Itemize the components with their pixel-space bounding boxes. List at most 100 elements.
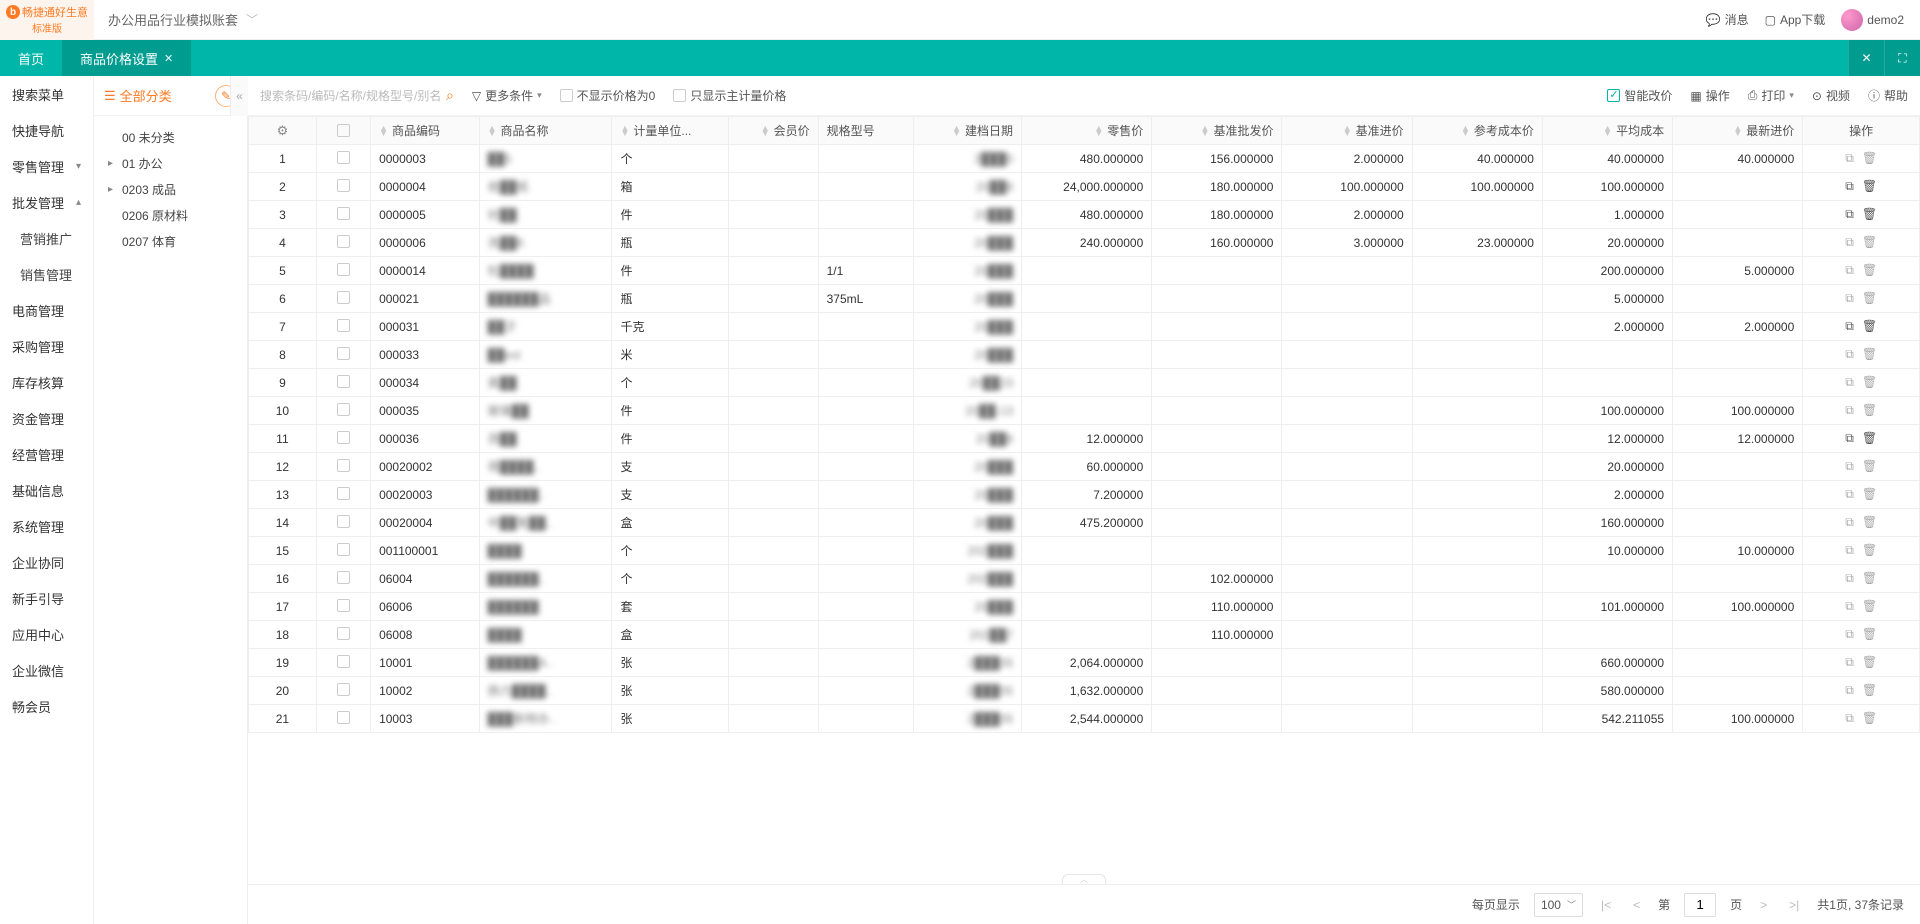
tree-item[interactable]: ▸0203 成品 (94, 176, 247, 202)
delete-icon[interactable]: 🗑 (1862, 375, 1877, 390)
table-row[interactable]: 7000031██子千克20███2.0000002.000000⧉🗑 (249, 313, 1920, 341)
checkbox-icon[interactable] (337, 403, 350, 416)
checkbox-icon[interactable] (337, 543, 350, 556)
delete-icon[interactable]: 🗑 (1862, 711, 1877, 726)
copy-icon[interactable]: ⧉ (1845, 543, 1854, 558)
col-vip[interactable]: ▲▼会员价 (729, 117, 819, 145)
fullscreen-button[interactable]: ⛶ (1884, 40, 1920, 76)
copy-icon[interactable]: ⧉ (1845, 487, 1854, 502)
main-unit-only-checkbox[interactable]: 只显示主计量价格 (673, 87, 786, 104)
checkbox-icon[interactable] (337, 571, 350, 584)
col-date[interactable]: ▲▼建档日期 (913, 117, 1022, 145)
checkbox-icon[interactable] (337, 319, 350, 332)
category-title[interactable]: ☰ 全部分类 (104, 86, 172, 105)
col-select-all[interactable] (316, 117, 370, 145)
category-collapse-button[interactable]: « (230, 76, 248, 116)
checkbox-icon[interactable] (337, 599, 350, 612)
smart-price-checkbox[interactable]: 智能改价 (1607, 87, 1672, 104)
nav-item[interactable]: 搜索菜单 (0, 76, 93, 112)
copy-icon[interactable]: ⧉ (1845, 599, 1854, 614)
tab-price-settings[interactable]: 商品价格设置 ✕ (62, 40, 191, 76)
next-page-button[interactable]: > (1756, 898, 1771, 912)
table-row[interactable]: 10000003██5个2███0480.000000156.0000002.0… (249, 145, 1920, 173)
copy-icon[interactable]: ⧉ (1845, 291, 1854, 306)
copy-icon[interactable]: ⧉ (1845, 571, 1854, 586)
nav-item[interactable]: 快捷导航 (0, 112, 93, 148)
copy-icon[interactable]: ⧉ (1845, 711, 1854, 726)
copy-icon[interactable]: ⧉ (1845, 151, 1854, 166)
checkbox-icon[interactable] (337, 263, 350, 276)
nav-item[interactable]: 销售管理 (0, 256, 93, 292)
nav-item[interactable]: 批发管理▴ (0, 184, 93, 220)
table-row[interactable]: 8000033██est米20███⧉🗑 (249, 341, 1920, 369)
delete-icon[interactable]: 🗑 (1862, 571, 1877, 586)
delete-icon[interactable]: 🗑 (1862, 459, 1877, 474)
copy-icon[interactable]: ⧉ (1845, 403, 1854, 418)
prev-page-button[interactable]: < (1629, 898, 1644, 912)
nav-item[interactable]: 零售管理▾ (0, 148, 93, 184)
nav-item[interactable]: 资金管理 (0, 400, 93, 436)
per-page-select[interactable]: 100 ﹀ (1534, 893, 1583, 917)
search-icon[interactable]: ⌕ (446, 87, 454, 104)
nav-item[interactable]: 电商管理 (0, 292, 93, 328)
copy-icon[interactable]: ⧉ (1845, 655, 1854, 670)
messages-button[interactable]: 💬 消息 (1706, 11, 1749, 28)
checkbox-icon[interactable] (337, 291, 350, 304)
checkbox-icon[interactable] (337, 431, 350, 444)
video-button[interactable]: ⊙ 视频 (1812, 87, 1850, 104)
checkbox-icon[interactable] (337, 207, 350, 220)
table-row[interactable]: 1400020004中██笔██..盒20███475.200000160.00… (249, 509, 1920, 537)
col-retail[interactable]: ▲▼零售价 (1022, 117, 1152, 145)
nav-item[interactable]: 畅会员 (0, 688, 93, 724)
table-row[interactable]: 1910001██████A..张2███052,064.000000660.0… (249, 649, 1920, 677)
delete-icon[interactable]: 🗑 (1862, 627, 1877, 642)
copy-icon[interactable]: ⧉ (1845, 347, 1854, 362)
delete-icon[interactable]: 🗑 (1862, 235, 1877, 250)
help-button[interactable]: ⓘ 帮助 (1868, 87, 1908, 104)
tree-item[interactable]: 0207 体育 (94, 228, 247, 254)
close-icon[interactable]: ✕ (164, 52, 173, 65)
checkbox-icon[interactable] (337, 375, 350, 388)
table-row[interactable]: 10000035玻璃██件20██-13100.000000100.000000… (249, 397, 1920, 425)
print-button[interactable]: ⎙ 打印 ▾ (1748, 87, 1794, 104)
copy-icon[interactable]: ⧉ (1845, 459, 1854, 474)
col-base-whsl[interactable]: ▲▼基准批发价 (1152, 117, 1282, 145)
operations-button[interactable]: ▦ 操作 (1690, 87, 1729, 104)
copy-icon[interactable]: ⧉ (1845, 515, 1854, 530)
delete-icon[interactable]: 🗑 (1862, 263, 1877, 278)
nav-item[interactable]: 应用中心 (0, 616, 93, 652)
table-row[interactable]: 15001100001████个202███10.00000010.000000… (249, 537, 1920, 565)
nav-item[interactable]: 企业微信 (0, 652, 93, 688)
col-latest-purch[interactable]: ▲▼最新进价 (1673, 117, 1803, 145)
col-spec[interactable]: 规格型号 (818, 117, 913, 145)
delete-icon[interactable]: 🗑 (1862, 347, 1877, 362)
copy-icon[interactable]: ⧉ (1845, 235, 1854, 250)
col-base-purch[interactable]: ▲▼基准进价 (1282, 117, 1412, 145)
delete-icon[interactable]: 🗑 (1862, 683, 1877, 698)
copy-icon[interactable]: ⧉ (1845, 319, 1854, 334)
table-row[interactable]: 20000004收██纸箱20██824,000.000000180.00000… (249, 173, 1920, 201)
table-row[interactable]: 11000036测██件20██812.00000012.00000012.00… (249, 425, 1920, 453)
table-row[interactable]: 1706006██████套20███110.000000101.0000001… (249, 593, 1920, 621)
search-input[interactable] (260, 89, 440, 103)
table-row[interactable]: 2010002扬力████..张2███051,632.000000580.00… (249, 677, 1920, 705)
page-input[interactable] (1684, 893, 1716, 917)
checkbox-icon[interactable] (337, 179, 350, 192)
col-name[interactable]: ▲▼商品名称 (479, 117, 612, 145)
delete-icon[interactable]: 🗑 (1862, 655, 1877, 670)
copy-icon[interactable]: ⧉ (1845, 627, 1854, 642)
checkbox-icon[interactable] (337, 459, 350, 472)
table-row[interactable]: 1200020002得████..支20███60.00000020.00000… (249, 453, 1920, 481)
delete-icon[interactable]: 🗑 (1862, 207, 1877, 222)
close-all-tabs-button[interactable]: ✕ (1848, 40, 1884, 76)
tree-item[interactable]: 00 未分类 (94, 124, 247, 150)
checkbox-icon[interactable] (337, 683, 350, 696)
table-row[interactable]: 1806008████盒202██7110.000000⧉🗑 (249, 621, 1920, 649)
table-row[interactable]: 2110003███新特办..张2███052,544.000000542.21… (249, 705, 1920, 733)
nav-item[interactable]: 新手引导 (0, 580, 93, 616)
table-row[interactable]: 6000021██████品瓶375mL20███5.000000⧉🗑 (249, 285, 1920, 313)
nav-item[interactable]: 企业协同 (0, 544, 93, 580)
table-row[interactable]: 30000005衬██件20███480.000000180.0000002.0… (249, 201, 1920, 229)
nav-item[interactable]: 营销推广 (0, 220, 93, 256)
col-code[interactable]: ▲▼商品编码 (371, 117, 480, 145)
